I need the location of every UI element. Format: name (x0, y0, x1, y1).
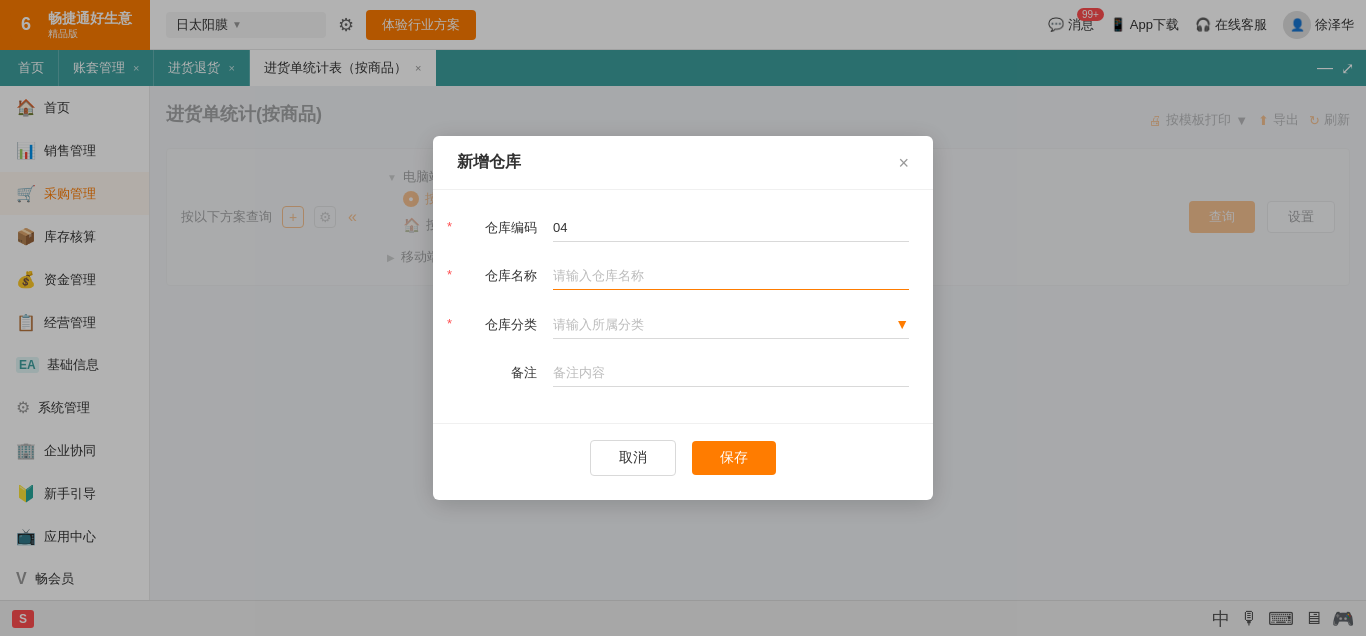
modal-body: 仓库编码 仓库名称 仓库分类 ▼ 备注 (433, 190, 933, 423)
warehouse-code-label: 仓库编码 (457, 219, 537, 237)
warehouse-type-arrow-icon: ▼ (895, 316, 909, 332)
remark-row: 备注 (457, 359, 909, 387)
remark-label: 备注 (457, 364, 537, 382)
warehouse-name-label: 仓库名称 (457, 267, 537, 285)
modal-title: 新增仓库 (457, 152, 521, 173)
warehouse-name-input[interactable] (553, 262, 909, 290)
add-warehouse-modal: 新增仓库 × 仓库编码 仓库名称 仓库分类 ▼ (433, 136, 933, 500)
warehouse-name-row: 仓库名称 (457, 262, 909, 290)
modal-overlay: 新增仓库 × 仓库编码 仓库名称 仓库分类 ▼ (0, 0, 1366, 636)
modal-footer: 取消 保存 (433, 423, 933, 500)
warehouse-type-row: 仓库分类 ▼ (457, 310, 909, 339)
remark-input[interactable] (553, 359, 909, 387)
save-button[interactable]: 保存 (692, 441, 776, 475)
warehouse-code-row: 仓库编码 (457, 214, 909, 242)
cancel-button[interactable]: 取消 (590, 440, 676, 476)
warehouse-type-label: 仓库分类 (457, 316, 537, 334)
warehouse-type-select[interactable]: ▼ (553, 310, 909, 339)
modal-header: 新增仓库 × (433, 136, 933, 190)
warehouse-type-input[interactable] (553, 317, 895, 332)
modal-close-button[interactable]: × (898, 154, 909, 172)
warehouse-code-input[interactable] (553, 214, 909, 242)
